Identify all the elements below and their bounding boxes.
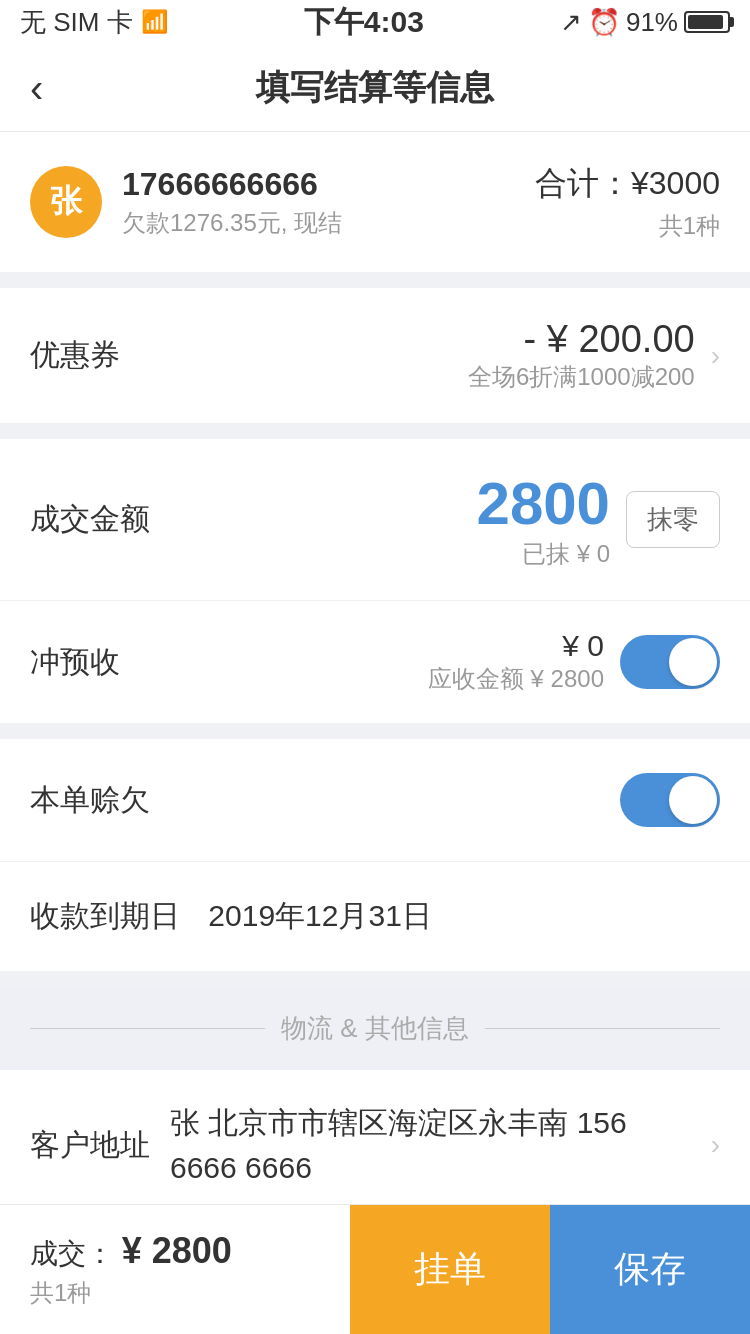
deal-amount-label: 成交金额 — [30, 499, 150, 540]
due-date-value: 2019年12月31日 — [208, 899, 431, 932]
divider-line-right — [485, 1028, 720, 1029]
address-label: 客户地址 — [30, 1125, 150, 1166]
customer-phone: 17666666666 — [122, 166, 342, 203]
back-button[interactable]: ‹ — [30, 68, 43, 108]
status-time: 下午4:03 — [304, 2, 424, 43]
hold-button[interactable]: 挂单 — [350, 1205, 550, 1335]
pre-receivable-text: 应收金额 ¥ 2800 — [428, 663, 604, 695]
coupon-amount: - ¥ 200.00 — [468, 318, 695, 361]
alarm-icon: ⏰ — [588, 7, 620, 38]
pre-receipt-right: ¥ 0 应收金额 ¥ 2800 — [428, 629, 720, 695]
pre-receipt-label: 冲预收 — [30, 642, 120, 683]
page-title: 填写结算等信息 — [256, 65, 494, 111]
battery-icon — [684, 11, 730, 33]
address-chevron-icon: › — [711, 1129, 720, 1161]
coupon-section: 优惠券 - ¥ 200.00 全场6折满1000减200 › — [0, 288, 750, 423]
customer-right: 合计：¥3000 共1种 — [535, 162, 720, 242]
coupon-right: - ¥ 200.00 全场6折满1000减200 › — [468, 318, 720, 393]
coupon-desc: 全场6折满1000减200 — [468, 361, 695, 393]
customer-sub-text: 欠款1276.35元, 现结 — [122, 207, 342, 239]
status-right: ↗ ⏰ 91% — [560, 7, 730, 38]
deal-amount-row: 成交金额 2800 已抹 ¥ 0 抹零 — [0, 439, 750, 601]
battery-fill — [688, 15, 723, 29]
deal-section: 成交金额 2800 已抹 ¥ 0 抹零 冲预收 ¥ 0 应收金额 ¥ 2800 — [0, 439, 750, 723]
deal-sub-text: 已抹 ¥ 0 — [477, 538, 610, 570]
bottom-summary: 成交： ¥ 2800 共1种 — [0, 1230, 350, 1309]
logistics-divider: 物流 & 其他信息 — [0, 987, 750, 1070]
coupon-label: 优惠券 — [30, 335, 120, 376]
coupon-row[interactable]: 优惠券 - ¥ 200.00 全场6折满1000减200 › — [0, 288, 750, 423]
content-area: 张 17666666666 欠款1276.35元, 现结 合计：¥3000 共1… — [0, 132, 750, 1334]
due-date-label: 收款到期日 — [30, 899, 180, 932]
nav-bar: ‹ 填写结算等信息 — [0, 44, 750, 132]
arrear-row: 本单赊欠 — [0, 739, 750, 861]
deal-amount-right: 2800 已抹 ¥ 0 抹零 — [477, 469, 720, 570]
total-amount: 合计：¥3000 — [535, 162, 720, 206]
total-count: 共1种 — [535, 210, 720, 242]
address-value: 张 北京市市辖区海淀区永丰南 156 6666 6666 — [170, 1100, 691, 1190]
bottom-count: 共1种 — [30, 1277, 320, 1309]
due-date-row: 收款到期日 2019年12月31日 — [0, 861, 750, 971]
arrear-toggle[interactable] — [620, 773, 720, 827]
status-left: 无 SIM 卡 📶 — [20, 5, 168, 40]
pre-receipt-toggle[interactable] — [620, 635, 720, 689]
deal-amount-value: 2800 — [477, 469, 610, 538]
status-bar: 无 SIM 卡 📶 下午4:03 ↗ ⏰ 91% — [0, 0, 750, 44]
customer-card: 张 17666666666 欠款1276.35元, 现结 合计：¥3000 共1… — [0, 132, 750, 272]
round-zero-button[interactable]: 抹零 — [626, 491, 720, 548]
divider-line-left — [30, 1028, 265, 1029]
carrier-text: 无 SIM 卡 — [20, 5, 133, 40]
toggle-knob — [669, 638, 717, 686]
arrear-toggle-knob — [669, 776, 717, 824]
bottom-bar: 成交： ¥ 2800 共1种 挂单 保存 — [0, 1204, 750, 1334]
arrear-section: 本单赊欠 收款到期日 2019年12月31日 — [0, 739, 750, 971]
avatar: 张 — [30, 166, 102, 238]
save-button[interactable]: 保存 — [550, 1205, 750, 1335]
bottom-deal-amount: ¥ 2800 — [122, 1230, 232, 1271]
battery-percent: 91% — [626, 7, 678, 38]
location-icon: ↗ — [560, 7, 582, 38]
bottom-deal-label: 成交： ¥ 2800 — [30, 1230, 320, 1273]
pre-receipt-row: 冲预收 ¥ 0 应收金额 ¥ 2800 — [0, 601, 750, 723]
arrear-label: 本单赊欠 — [30, 780, 150, 821]
logistics-label: 物流 & 其他信息 — [281, 1011, 469, 1046]
customer-left: 张 17666666666 欠款1276.35元, 现结 — [30, 166, 342, 239]
pre-amount-col: ¥ 0 应收金额 ¥ 2800 — [428, 629, 604, 695]
address-row[interactable]: 客户地址 张 北京市市辖区海淀区永丰南 156 6666 6666 › — [0, 1070, 750, 1220]
pre-amount-value: ¥ 0 — [428, 629, 604, 663]
chevron-right-icon: › — [711, 340, 720, 372]
wifi-icon: 📶 — [141, 9, 168, 35]
customer-info: 17666666666 欠款1276.35元, 现结 — [122, 166, 342, 239]
